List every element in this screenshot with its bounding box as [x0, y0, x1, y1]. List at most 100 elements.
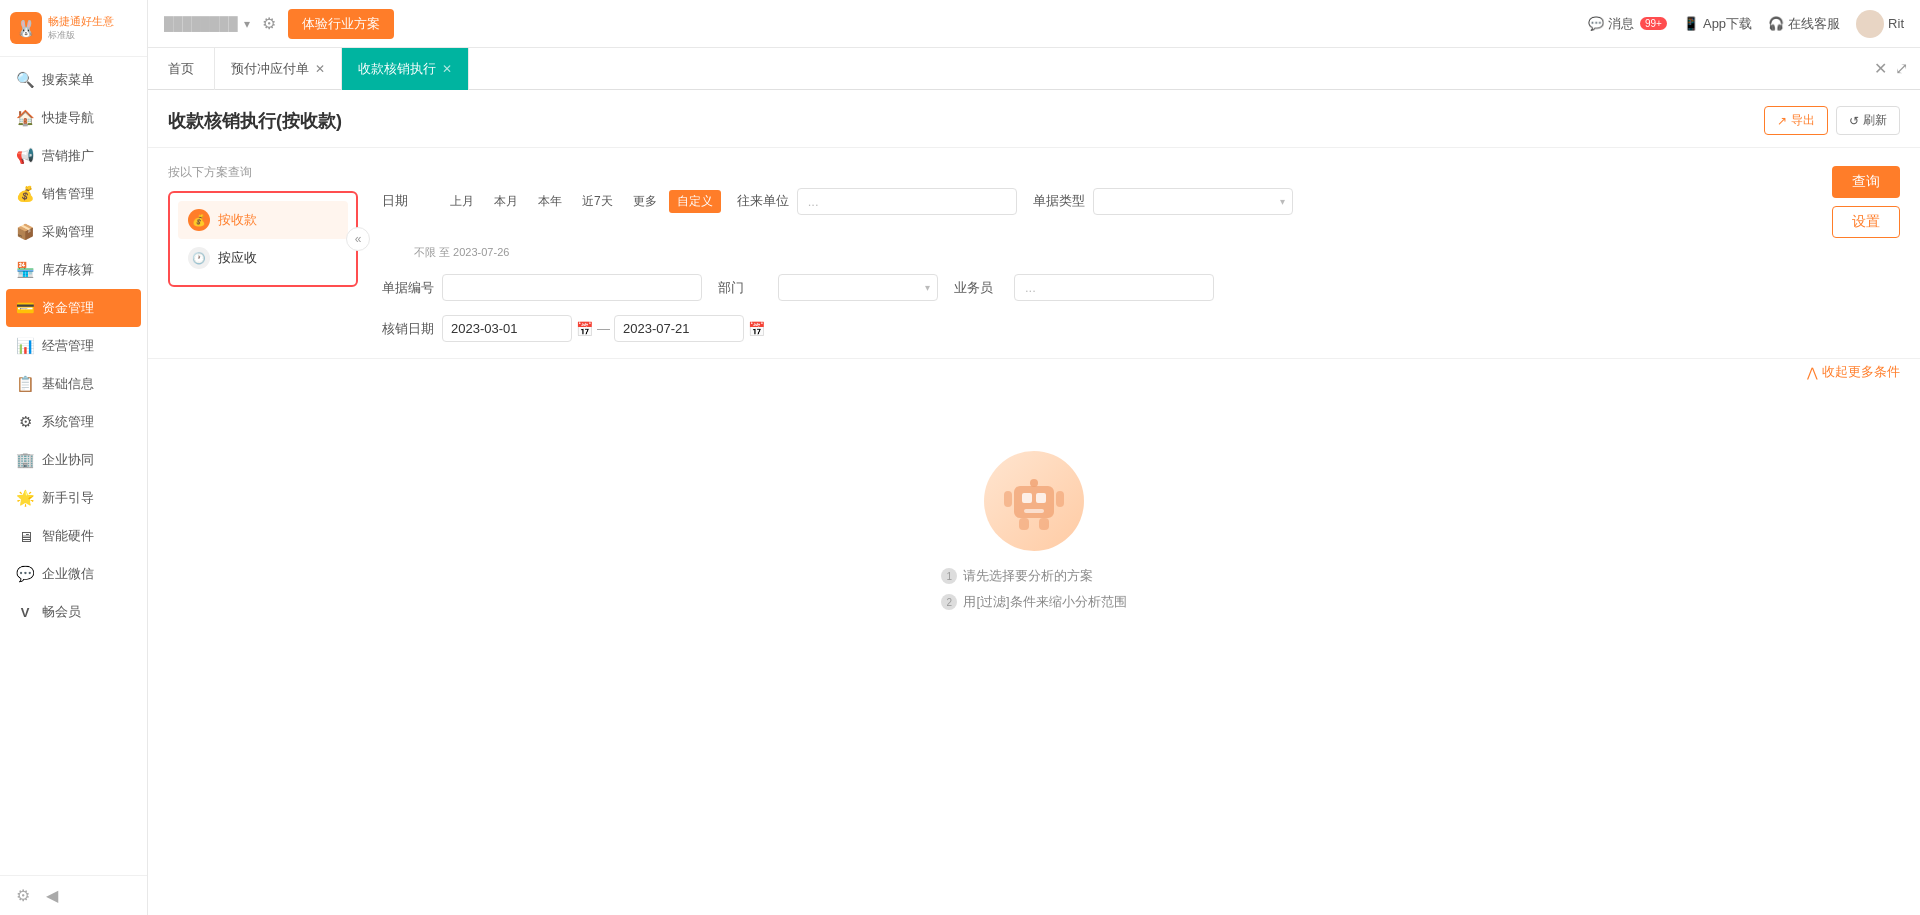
writeoff-start-input[interactable] [442, 315, 572, 342]
svg-rect-0 [1014, 486, 1054, 518]
export-button[interactable]: ↗ 导出 [1764, 106, 1828, 135]
sidebar-item-system[interactable]: ⚙ 系统管理 [0, 403, 147, 441]
docnumber-input[interactable] [442, 274, 702, 301]
date-label: 日期 [382, 192, 434, 210]
tab-collect[interactable]: 收款核销执行 ✕ [342, 48, 469, 90]
tab-collect-close[interactable]: ✕ [442, 48, 452, 90]
sidebar-item-wechat[interactable]: 💬 企业微信 [0, 555, 147, 593]
collapse-more-button[interactable]: ⋀ 收起更多条件 [148, 359, 1920, 391]
tab-prepay[interactable]: 预付冲应付单 ✕ [215, 48, 342, 90]
sidebar-item-guide[interactable]: 🌟 新手引导 [0, 479, 147, 517]
topbar-right: 💬 消息 99+ 📱 App下载 🎧 在线客服 Rit [1588, 10, 1904, 38]
tab-home[interactable]: 首页 [148, 48, 215, 90]
sidebar-item-operations[interactable]: 📊 经营管理 [0, 327, 147, 365]
writeoff-start-cal-icon[interactable]: 📅 [576, 321, 593, 337]
app-icon: 📱 [1683, 16, 1699, 31]
sidebar-item-marketing[interactable]: 📢 营销推广 [0, 137, 147, 175]
sidebar: 🐰 畅捷通好生意 标准版 🔍 搜索菜单 🏠 快捷导航 📢 营销推广 💰 销售管理… [0, 0, 148, 915]
date-more[interactable]: 更多 [625, 190, 665, 213]
sidebar-item-inventory[interactable]: 🏪 库存核算 [0, 251, 147, 289]
message-badge: 99+ [1640, 17, 1667, 30]
svg-rect-7 [1019, 518, 1029, 530]
sidebar-item-label: 快捷导航 [42, 109, 94, 127]
settings-button[interactable]: 设置 [1832, 206, 1900, 238]
docnumber-label: 单据编号 [382, 279, 434, 297]
sidebar-item-base-info[interactable]: 📋 基础信息 [0, 365, 147, 403]
sidebar-item-capital[interactable]: 💳 资金管理 [6, 289, 141, 327]
sidebar-item-label: 营销推广 [42, 147, 94, 165]
tab-expand-icon[interactable]: ⤢ [1895, 59, 1908, 78]
sidebar-item-label: 资金管理 [42, 299, 94, 317]
filter-option-label: 按收款 [218, 211, 257, 229]
topbar-dropdown-arrow[interactable]: ▾ [244, 17, 250, 31]
operations-icon: 📊 [16, 337, 34, 355]
sidebar-item-quick-nav[interactable]: 🏠 快捷导航 [0, 99, 147, 137]
doctype-select-wrap: ▾ [1093, 188, 1293, 215]
salesperson-label: 业务员 [954, 279, 1006, 297]
sidebar-item-purchase[interactable]: 📦 采购管理 [0, 213, 147, 251]
filter-row-1: 日期 上月 本月 本年 近7天 更多 自定义 往来单位 [382, 164, 1900, 238]
tab-close-all-icon[interactable]: ✕ [1874, 59, 1887, 78]
query-button[interactable]: 查询 [1832, 166, 1900, 198]
sidebar-item-enterprise[interactable]: 🏢 企业协同 [0, 441, 147, 479]
sidebar-item-hardware[interactable]: 🖥 智能硬件 [0, 517, 147, 555]
department-select-wrap: ▾ [778, 274, 938, 301]
filter-collapse-button[interactable]: « [346, 227, 370, 251]
robot-svg [994, 461, 1074, 541]
salesperson-field: 业务员 ... [954, 274, 1214, 301]
writeoff-date-range: 📅 — 📅 [442, 315, 765, 342]
app-download-button[interactable]: 📱 App下载 [1683, 15, 1752, 33]
collapse-icon[interactable]: ◀ [46, 886, 58, 905]
date-dash: — [597, 321, 610, 336]
doctype-select[interactable] [1093, 188, 1293, 215]
sidebar-item-search-menu[interactable]: 🔍 搜索菜单 [0, 61, 147, 99]
writeoff-end-input[interactable] [614, 315, 744, 342]
filter-option-by-receipt[interactable]: 💰 按收款 [178, 201, 348, 239]
topbar-gear-icon[interactable]: ⚙ [262, 14, 276, 33]
sidebar-item-label: 经营管理 [42, 337, 94, 355]
filter-form: 日期 上月 本月 本年 近7天 更多 自定义 往来单位 [358, 164, 1900, 342]
writeoff-end-cal-icon[interactable]: 📅 [748, 321, 765, 337]
tab-prepay-close[interactable]: ✕ [315, 48, 325, 90]
sidebar-item-sales[interactable]: 💰 销售管理 [0, 175, 147, 213]
customer-service-button[interactable]: 🎧 在线客服 [1768, 15, 1840, 33]
page-title: 收款核销执行(按收款) [168, 109, 342, 133]
sidebar-item-label: 新手引导 [42, 489, 94, 507]
filter-row-3: 核销日期 📅 — 📅 [382, 315, 1900, 342]
wechat-icon: 💬 [16, 565, 34, 583]
date-7days[interactable]: 近7天 [574, 190, 621, 213]
sidebar-item-vip[interactable]: V 畅会员 [0, 593, 147, 631]
docnumber-field: 单据编号 [382, 274, 702, 301]
filter-options: 💰 按收款 🕐 按应收 « [168, 191, 358, 287]
filter-area: 按以下方案查询 💰 按收款 🕐 按应收 « [148, 148, 1920, 358]
sidebar-item-label: 库存核算 [42, 261, 94, 279]
settings-icon[interactable]: ⚙ [16, 886, 30, 905]
topbar-brand-name: ████████ [164, 16, 238, 31]
department-select[interactable] [778, 274, 938, 301]
date-this-year[interactable]: 本年 [530, 190, 570, 213]
refresh-button[interactable]: ↺ 刷新 [1836, 106, 1900, 135]
content-area: 收款核销执行(按收款) ↗ 导出 ↺ 刷新 按以下方 [148, 90, 1920, 915]
date-last-month[interactable]: 上月 [442, 190, 482, 213]
filter-option-label: 按应收 [218, 249, 257, 267]
logo-badge: 标准版 [48, 29, 114, 42]
avatar [1856, 10, 1884, 38]
department-field: 部门 ▾ [718, 274, 938, 301]
message-button[interactable]: 💬 消息 99+ [1588, 15, 1667, 33]
refresh-icon: ↺ [1849, 114, 1859, 128]
sidebar-nav: 🔍 搜索菜单 🏠 快捷导航 📢 营销推广 💰 销售管理 📦 采购管理 🏪 库存核… [0, 57, 147, 875]
date-custom-badge[interactable]: 自定义 [669, 190, 721, 213]
sidebar-logo: 🐰 畅捷通好生意 标准版 [0, 0, 147, 57]
username-label: Rit [1888, 16, 1904, 31]
industry-solution-button[interactable]: 体验行业方案 [288, 9, 394, 39]
app-download-label: App下载 [1703, 15, 1752, 33]
user-profile[interactable]: Rit [1856, 10, 1904, 38]
filter-row-2: 单据编号 部门 ▾ 业务员 [382, 274, 1900, 301]
filter-option-by-receivable[interactable]: 🕐 按应收 [178, 239, 348, 277]
page-header: 收款核销执行(按收款) ↗ 导出 ↺ 刷新 [148, 90, 1920, 148]
sidebar-item-label: 基础信息 [42, 375, 94, 393]
message-icon: 💬 [1588, 16, 1604, 31]
svg-rect-3 [1024, 509, 1044, 513]
date-this-month[interactable]: 本月 [486, 190, 526, 213]
sidebar-item-label: 企业协同 [42, 451, 94, 469]
